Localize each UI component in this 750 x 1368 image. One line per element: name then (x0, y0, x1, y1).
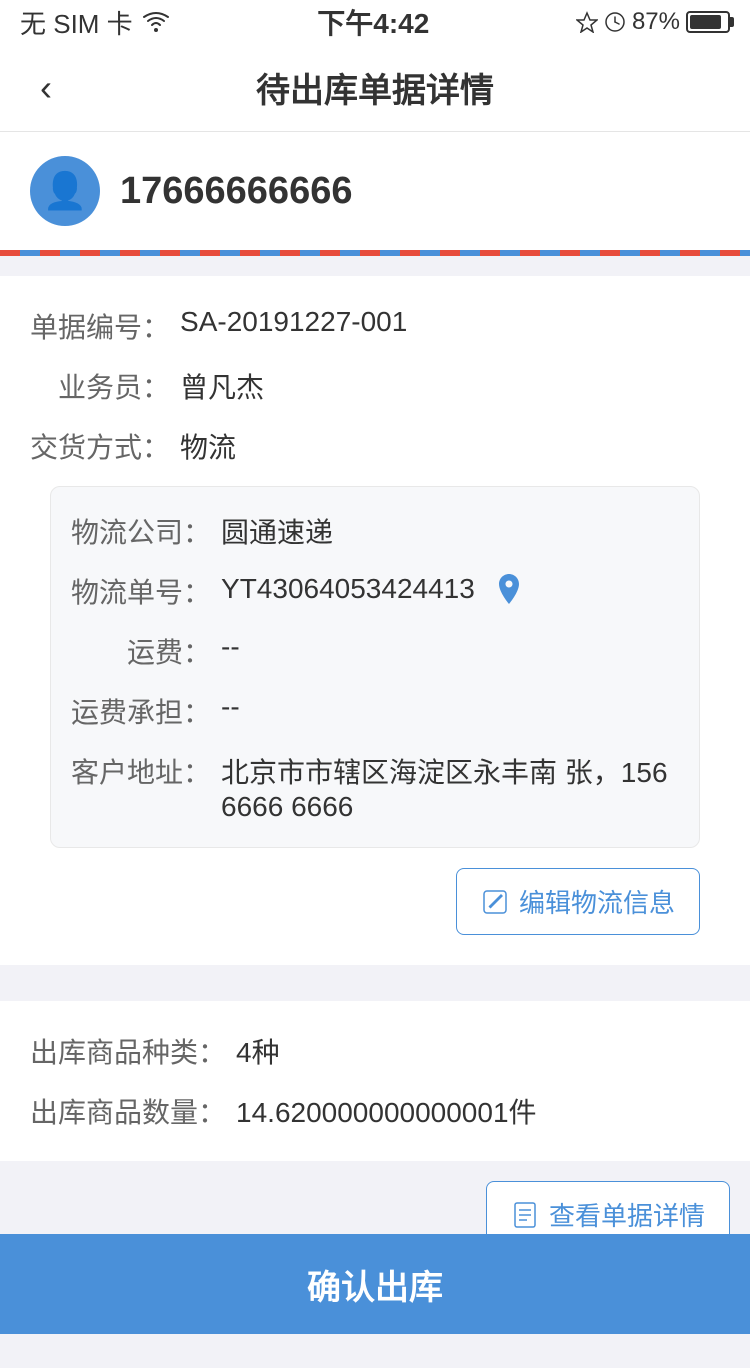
freight-value: -- (221, 631, 679, 663)
person-icon: 👤 (43, 170, 88, 212)
address-row: 客户地址： 北京市市辖区海淀区永丰南 张，156 6666 6666 (71, 751, 679, 823)
avatar: 👤 (30, 156, 100, 226)
status-left: 无 SIM 卡 (20, 4, 171, 41)
status-bar: 无 SIM 卡 下午4:42 87% (0, 0, 750, 44)
tracking-row: 物流单号： YT43064053424413 (71, 571, 679, 611)
goods-quantity-label: 出库商品数量： (30, 1091, 236, 1131)
carrier-text: 无 SIM 卡 (20, 4, 133, 41)
location-status-icon (576, 11, 598, 33)
address-label: 客户地址： (71, 751, 221, 791)
tracking-label: 物流单号： (71, 571, 221, 611)
page-title: 待出库单据详情 (256, 63, 494, 112)
customer-header: 👤 17666666666 (0, 132, 750, 250)
wifi-icon (141, 11, 171, 33)
goods-types-label: 出库商品种类： (30, 1031, 236, 1071)
edit-btn-row: 编辑物流信息 (30, 848, 720, 935)
edit-logistics-label: 编辑物流信息 (519, 883, 675, 920)
delivery-type-value: 物流 (180, 426, 720, 466)
tracking-number: YT43064053424413 (221, 573, 475, 605)
goods-quantity-value: 14.620000000000001件 (236, 1091, 537, 1131)
battery-icon (686, 11, 730, 33)
bottom-area: 确认出库 (0, 1234, 750, 1334)
battery-text: 87% (632, 8, 680, 36)
customer-phone: 17666666666 (120, 170, 352, 213)
order-no-row: 单据编号： SA-20191227-001 (30, 306, 720, 346)
address-value: 北京市市辖区海淀区永丰南 张，156 6666 6666 (221, 751, 679, 823)
salesman-value: 曾凡杰 (180, 366, 720, 406)
order-no-value: SA-20191227-001 (180, 306, 720, 338)
salesman-row: 业务员： 曾凡杰 (30, 366, 720, 406)
logistics-company-label: 物流公司： (71, 511, 221, 551)
view-detail-label: 查看单据详情 (549, 1196, 705, 1233)
delivery-type-label: 交货方式： (30, 426, 180, 466)
tracking-value: YT43064053424413 (221, 571, 679, 607)
status-time: 下午4:42 (317, 2, 429, 42)
order-no-label: 单据编号： (30, 306, 180, 346)
clock-icon (604, 11, 626, 33)
logistics-company-row: 物流公司： 圆通速递 (71, 511, 679, 551)
freight-bear-label: 运费承担： (71, 691, 221, 731)
goods-section: 出库商品种类： 4种 出库商品数量： 14.620000000000001件 (0, 1001, 750, 1161)
order-info-section: 单据编号： SA-20191227-001 业务员： 曾凡杰 交货方式： 物流 … (0, 276, 750, 965)
delivery-type-row: 交货方式： 物流 (30, 426, 720, 466)
logistics-section: 物流公司： 圆通速递 物流单号： YT43064053424413 运费： --… (50, 486, 700, 848)
back-button[interactable]: ‹ (30, 57, 62, 119)
confirm-button[interactable]: 确认出库 (0, 1234, 750, 1334)
edit-icon (481, 888, 509, 916)
goods-quantity-row: 出库商品数量： 14.620000000000001件 (30, 1091, 720, 1131)
document-icon (511, 1201, 539, 1229)
salesman-label: 业务员： (30, 366, 180, 406)
goods-types-value: 4种 (236, 1031, 280, 1071)
edit-logistics-button[interactable]: 编辑物流信息 (456, 868, 700, 935)
section-divider (0, 985, 750, 1001)
goods-types-row: 出库商品种类： 4种 (30, 1031, 720, 1071)
status-right: 87% (576, 8, 730, 36)
location-pin-icon[interactable] (491, 571, 527, 607)
freight-label: 运费： (71, 631, 221, 671)
logistics-company-value: 圆通速递 (221, 511, 679, 551)
dashed-divider (0, 250, 750, 256)
nav-bar: ‹ 待出库单据详情 (0, 44, 750, 132)
freight-row: 运费： -- (71, 631, 679, 671)
freight-bear-row: 运费承担： -- (71, 691, 679, 731)
freight-bear-value: -- (221, 691, 679, 723)
